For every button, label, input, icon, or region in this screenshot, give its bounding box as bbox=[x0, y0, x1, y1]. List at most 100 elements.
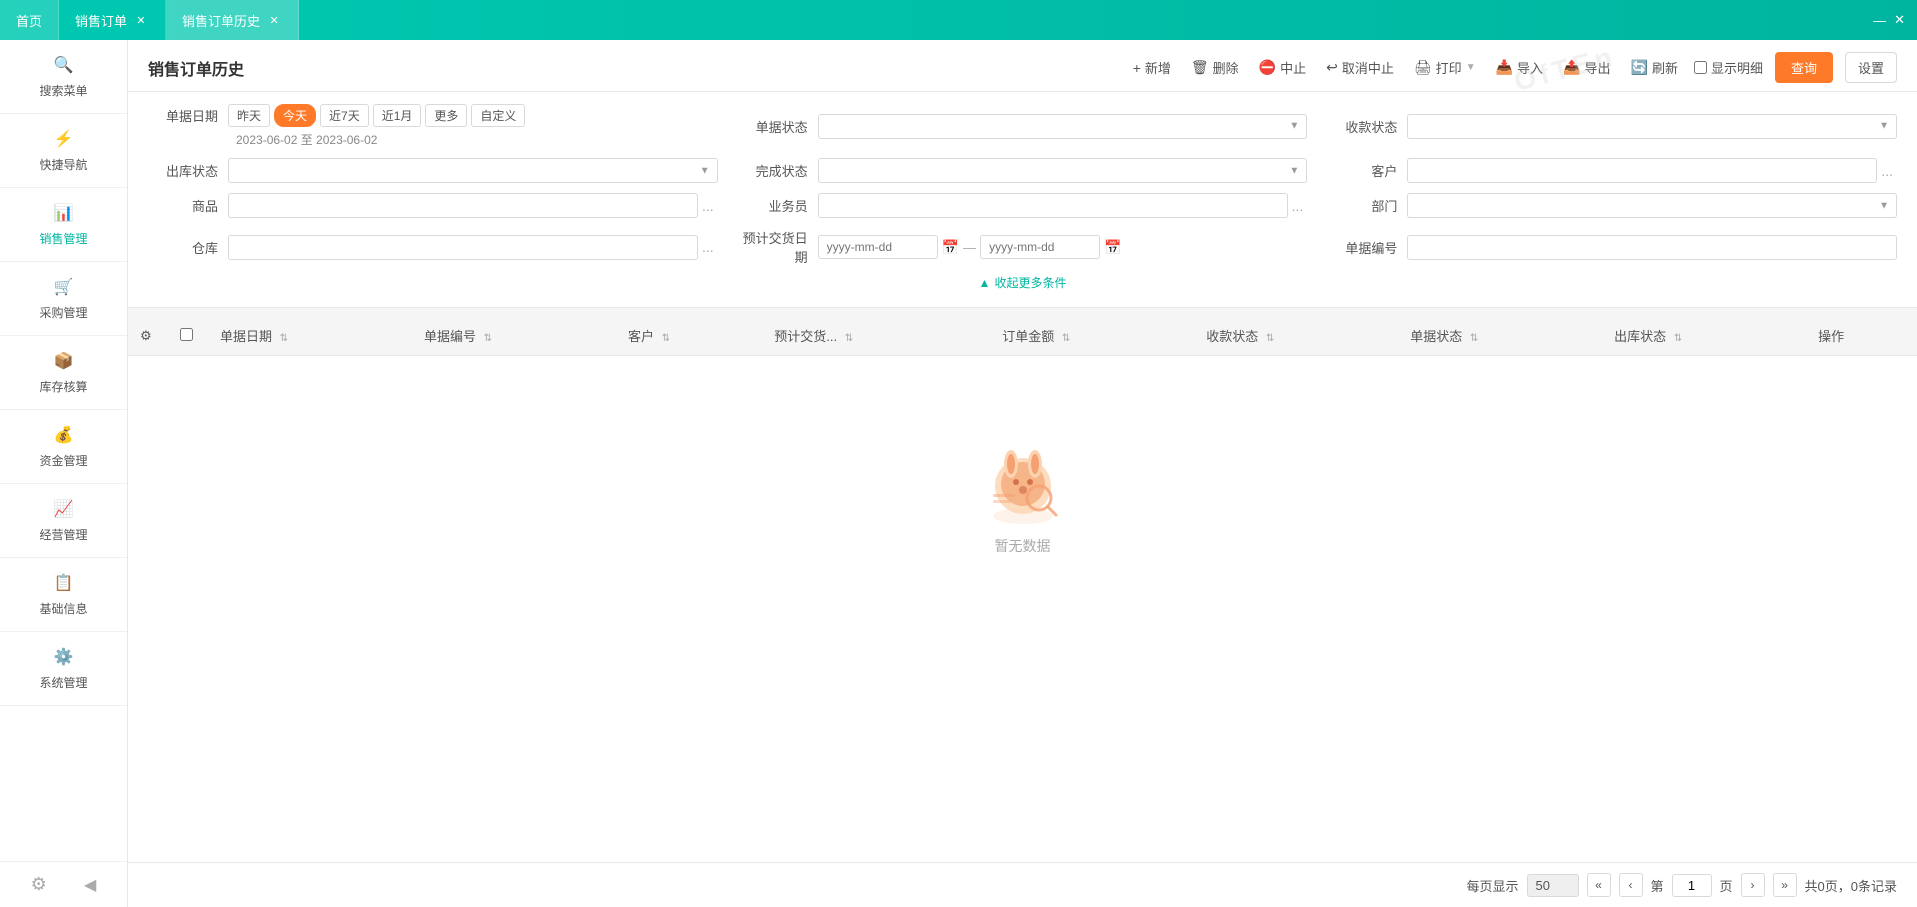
date-btn-more[interactable]: 更多 bbox=[425, 104, 467, 127]
window-minimize-btn[interactable]: — bbox=[1873, 13, 1886, 28]
date-btn-today[interactable]: 今天 bbox=[274, 104, 316, 127]
last-page-btn[interactable]: » bbox=[1773, 873, 1797, 897]
print-btn[interactable]: 🖨 打印 ▼ bbox=[1410, 56, 1480, 79]
tab-home[interactable]: 首页 bbox=[0, 0, 59, 40]
page-size-select[interactable]: 20 50 100 bbox=[1527, 874, 1579, 897]
customer-control: ... bbox=[1407, 158, 1897, 183]
warehouse-input[interactable] bbox=[228, 235, 698, 260]
complete-status-select[interactable] bbox=[818, 158, 1308, 183]
query-btn[interactable]: 查询 bbox=[1775, 52, 1833, 83]
sales-person-ellipsis-btn[interactable]: ... bbox=[1288, 198, 1308, 214]
tab-sales-order-history[interactable]: 销售订单历史 ✕ bbox=[166, 0, 299, 40]
th-payment-status: 收款状态 ⇅ bbox=[1194, 316, 1398, 356]
display-toggle[interactable]: 显示明细 bbox=[1694, 58, 1763, 77]
sidebar-settings-icon[interactable]: ⚙ bbox=[31, 874, 47, 895]
tab-sales-order[interactable]: 销售订单 ✕ bbox=[59, 0, 166, 40]
sidebar-collapse-icon[interactable]: ◀ bbox=[84, 875, 96, 895]
sort-customer-icon[interactable]: ⇅ bbox=[662, 333, 670, 344]
goods-ellipsis-btn[interactable]: ... bbox=[698, 198, 718, 214]
expected-date-from[interactable] bbox=[818, 235, 938, 259]
sidebar-item-inventory-calc[interactable]: 📦 库存核算 bbox=[0, 336, 127, 410]
sidebar-item-system-mgmt-label: 系统管理 bbox=[39, 674, 87, 691]
operation-mgmt-icon: 📈 bbox=[53, 498, 75, 520]
page-word-before: 第 bbox=[1651, 876, 1664, 895]
out-status-label: 出库状态 bbox=[148, 161, 228, 180]
next-page-btn[interactable]: › bbox=[1741, 873, 1765, 897]
out-status-select[interactable] bbox=[228, 158, 718, 183]
warehouse-label: 仓库 bbox=[148, 238, 228, 257]
new-btn[interactable]: + 新增 bbox=[1129, 56, 1175, 79]
sort-order-amount-icon[interactable]: ⇅ bbox=[1062, 333, 1070, 344]
new-icon: + bbox=[1133, 60, 1141, 76]
sidebar-item-system-mgmt[interactable]: ⚙️ 系统管理 bbox=[0, 632, 127, 706]
th-bill-date: 单据日期 ⇅ bbox=[208, 316, 412, 356]
sort-payment-status-icon[interactable]: ⇅ bbox=[1266, 333, 1274, 344]
tab-sales-order-history-close[interactable]: ✕ bbox=[266, 12, 282, 28]
date-btn-custom[interactable]: 自定义 bbox=[471, 104, 525, 127]
sidebar-item-sales-mgmt-label: 销售管理 bbox=[39, 230, 87, 247]
th-payment-status-label: 收款状态 bbox=[1206, 329, 1258, 344]
data-table: ⚙ 单据日期 ⇅ 单据编号 ⇅ bbox=[128, 316, 1917, 636]
cancel-stop-icon: ↩ bbox=[1326, 59, 1338, 76]
sort-bill-status-icon[interactable]: ⇅ bbox=[1470, 333, 1478, 344]
sidebar-item-sales-mgmt[interactable]: 📊 销售管理 bbox=[0, 188, 127, 262]
warehouse-ellipsis-btn[interactable]: ... bbox=[698, 239, 718, 255]
main-layout: 🔍 搜索菜单 ⚡ 快捷导航 📊 销售管理 🛒 采购管理 📦 库存核算 💰 资金管… bbox=[0, 40, 1917, 907]
stop-btn[interactable]: ⛔ 中止 bbox=[1255, 56, 1310, 79]
sidebar-bottom: ⚙ ◀ bbox=[0, 861, 127, 907]
th-customer-label: 客户 bbox=[628, 329, 654, 344]
select-all-checkbox[interactable] bbox=[180, 328, 193, 341]
import-btn[interactable]: 📥 导入 bbox=[1492, 56, 1547, 79]
date-from-calendar-icon[interactable]: 📅 bbox=[942, 239, 959, 256]
sidebar-item-quick-nav-label: 快捷导航 bbox=[39, 156, 87, 173]
page-header: 销售订单历史 + 新增 🗑 删除 ⛔ 中止 ↩ 取消中止 bbox=[128, 40, 1917, 92]
settings-icon[interactable]: ⚙ bbox=[140, 328, 152, 343]
tab-sales-order-close[interactable]: ✕ bbox=[133, 12, 149, 28]
bill-number-control bbox=[1407, 235, 1897, 260]
payment-status-select[interactable] bbox=[1407, 114, 1897, 139]
collapse-btn[interactable]: ▲ 收起更多条件 bbox=[148, 270, 1897, 295]
page-size-label: 每页显示 bbox=[1466, 876, 1518, 895]
customer-ellipsis-btn[interactable]: ... bbox=[1877, 163, 1897, 179]
display-toggle-checkbox[interactable] bbox=[1694, 61, 1707, 74]
sales-person-input[interactable] bbox=[818, 193, 1288, 218]
th-bill-status: 单据状态 ⇅ bbox=[1398, 316, 1602, 356]
sidebar-item-capital-mgmt-label: 资金管理 bbox=[39, 452, 87, 469]
department-label: 部门 bbox=[1327, 196, 1407, 215]
date-btn-7days[interactable]: 近7天 bbox=[320, 104, 369, 127]
prev-page-btn[interactable]: ‹ bbox=[1619, 873, 1643, 897]
goods-cell: 商品 ... bbox=[148, 193, 718, 218]
refresh-btn[interactable]: 🔄 刷新 bbox=[1627, 56, 1682, 79]
sort-bill-date-icon[interactable]: ⇅ bbox=[280, 333, 288, 344]
sidebar-item-operation-mgmt[interactable]: 📈 经营管理 bbox=[0, 484, 127, 558]
bill-status-select[interactable] bbox=[818, 114, 1308, 139]
delete-btn[interactable]: 🗑 删除 bbox=[1187, 56, 1243, 79]
sort-out-status-icon[interactable]: ⇅ bbox=[1674, 333, 1682, 344]
customer-input[interactable] bbox=[1407, 158, 1877, 183]
window-close-btn[interactable]: ✕ bbox=[1894, 12, 1905, 28]
settings-btn[interactable]: 设置 bbox=[1845, 52, 1897, 83]
sales-person-label: 业务员 bbox=[738, 196, 818, 215]
first-page-btn[interactable]: « bbox=[1587, 873, 1611, 897]
sales-person-cell: 业务员 ... bbox=[738, 193, 1308, 218]
bill-number-input[interactable] bbox=[1407, 235, 1897, 260]
sort-expected-delivery-icon[interactable]: ⇅ bbox=[845, 333, 853, 344]
empty-state-icon bbox=[973, 436, 1073, 536]
sidebar-item-capital-mgmt[interactable]: 💰 资金管理 bbox=[0, 410, 127, 484]
sidebar-item-quick-nav[interactable]: ⚡ 快捷导航 bbox=[0, 114, 127, 188]
expected-date-to[interactable] bbox=[980, 235, 1100, 259]
date-btn-yesterday[interactable]: 昨天 bbox=[228, 104, 270, 127]
goods-input[interactable] bbox=[228, 193, 698, 218]
date-btn-1month[interactable]: 近1月 bbox=[373, 104, 422, 127]
cancel-stop-btn[interactable]: ↩ 取消中止 bbox=[1322, 56, 1398, 79]
tab-home-label: 首页 bbox=[16, 11, 42, 30]
export-btn[interactable]: 📤 导出 bbox=[1559, 56, 1614, 79]
current-page-input[interactable] bbox=[1672, 874, 1712, 897]
date-to-calendar-icon[interactable]: 📅 bbox=[1104, 239, 1121, 256]
sort-bill-number-icon[interactable]: ⇅ bbox=[484, 333, 492, 344]
sidebar-item-basic-info[interactable]: 📋 基础信息 bbox=[0, 558, 127, 632]
sidebar-item-search-menu[interactable]: 🔍 搜索菜单 bbox=[0, 40, 127, 114]
department-select[interactable] bbox=[1407, 193, 1897, 218]
purchase-mgmt-icon: 🛒 bbox=[53, 276, 75, 298]
sidebar-item-purchase-mgmt[interactable]: 🛒 采购管理 bbox=[0, 262, 127, 336]
